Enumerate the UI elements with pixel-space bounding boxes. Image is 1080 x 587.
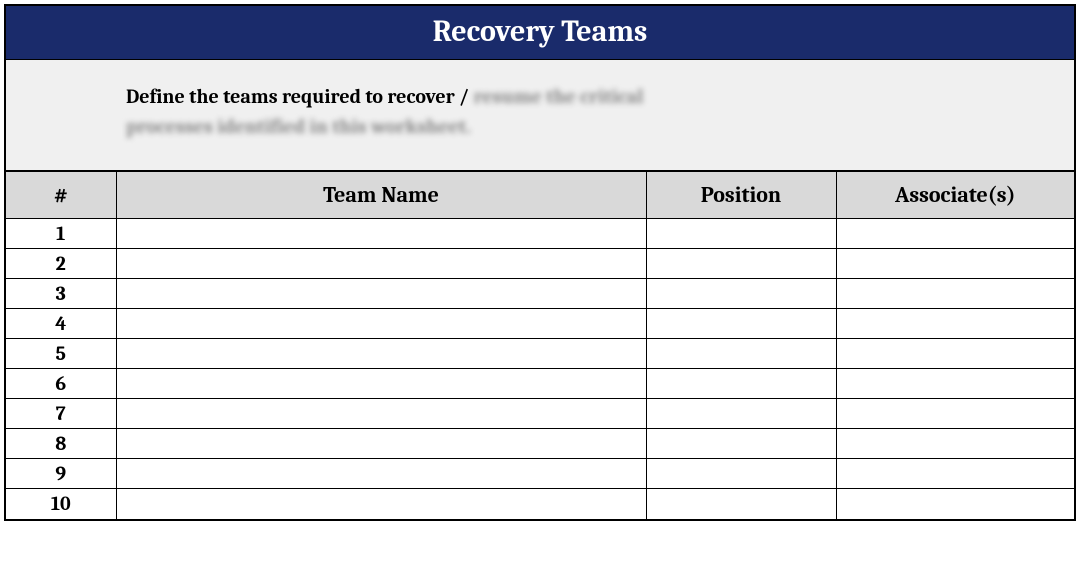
associates-cell[interactable] (836, 429, 1074, 459)
row-number: 2 (6, 249, 116, 279)
position-cell[interactable] (646, 489, 836, 519)
instruction-visible: Define the teams required to recover / (126, 85, 474, 108)
position-cell[interactable] (646, 339, 836, 369)
row-number: 8 (6, 429, 116, 459)
table-row: 2 (6, 249, 1074, 279)
associates-cell[interactable] (836, 309, 1074, 339)
table-row: 4 (6, 309, 1074, 339)
col-header-team-name: Team Name (116, 172, 646, 219)
associates-cell[interactable] (836, 219, 1074, 249)
table-row: 8 (6, 429, 1074, 459)
table-row: 5 (6, 339, 1074, 369)
associates-cell[interactable] (836, 369, 1074, 399)
position-cell[interactable] (646, 369, 836, 399)
table-row: 3 (6, 279, 1074, 309)
table-row: 6 (6, 369, 1074, 399)
position-cell[interactable] (646, 459, 836, 489)
table-row: 7 (6, 399, 1074, 429)
row-number: 6 (6, 369, 116, 399)
position-cell[interactable] (646, 309, 836, 339)
instruction-text: Define the teams required to recover / r… (126, 82, 1074, 142)
row-number: 7 (6, 399, 116, 429)
recovery-teams-table: # Team Name Position Associate(s) 1 2 3 (6, 171, 1074, 519)
worksheet-container: Recovery Teams Define the teams required… (4, 4, 1076, 521)
team-name-cell[interactable] (116, 339, 646, 369)
team-name-cell[interactable] (116, 459, 646, 489)
page-title: Recovery Teams (6, 6, 1074, 60)
team-name-cell[interactable] (116, 399, 646, 429)
row-number: 1 (6, 219, 116, 249)
associates-cell[interactable] (836, 249, 1074, 279)
associates-cell[interactable] (836, 339, 1074, 369)
team-name-cell[interactable] (116, 219, 646, 249)
team-name-cell[interactable] (116, 279, 646, 309)
col-header-associates: Associate(s) (836, 172, 1074, 219)
team-name-cell[interactable] (116, 249, 646, 279)
col-header-number: # (6, 172, 116, 219)
instruction-blurred-1: resume the critical (474, 85, 644, 108)
row-number: 9 (6, 459, 116, 489)
position-cell[interactable] (646, 399, 836, 429)
position-cell[interactable] (646, 429, 836, 459)
team-name-cell[interactable] (116, 369, 646, 399)
team-name-cell[interactable] (116, 489, 646, 519)
associates-cell[interactable] (836, 279, 1074, 309)
table-row: 1 (6, 219, 1074, 249)
position-cell[interactable] (646, 279, 836, 309)
position-cell[interactable] (646, 219, 836, 249)
position-cell[interactable] (646, 249, 836, 279)
instruction-block: Define the teams required to recover / r… (6, 60, 1074, 171)
row-number: 10 (6, 489, 116, 519)
table-row: 9 (6, 459, 1074, 489)
row-number: 5 (6, 339, 116, 369)
associates-cell[interactable] (836, 459, 1074, 489)
col-header-position: Position (646, 172, 836, 219)
team-name-cell[interactable] (116, 429, 646, 459)
associates-cell[interactable] (836, 399, 1074, 429)
table-header-row: # Team Name Position Associate(s) (6, 172, 1074, 219)
table-row: 10 (6, 489, 1074, 519)
instruction-blurred-2: processes identified in this worksheet. (126, 115, 471, 138)
row-number: 4 (6, 309, 116, 339)
associates-cell[interactable] (836, 489, 1074, 519)
table-body: 1 2 3 4 (6, 219, 1074, 519)
team-name-cell[interactable] (116, 309, 646, 339)
row-number: 3 (6, 279, 116, 309)
